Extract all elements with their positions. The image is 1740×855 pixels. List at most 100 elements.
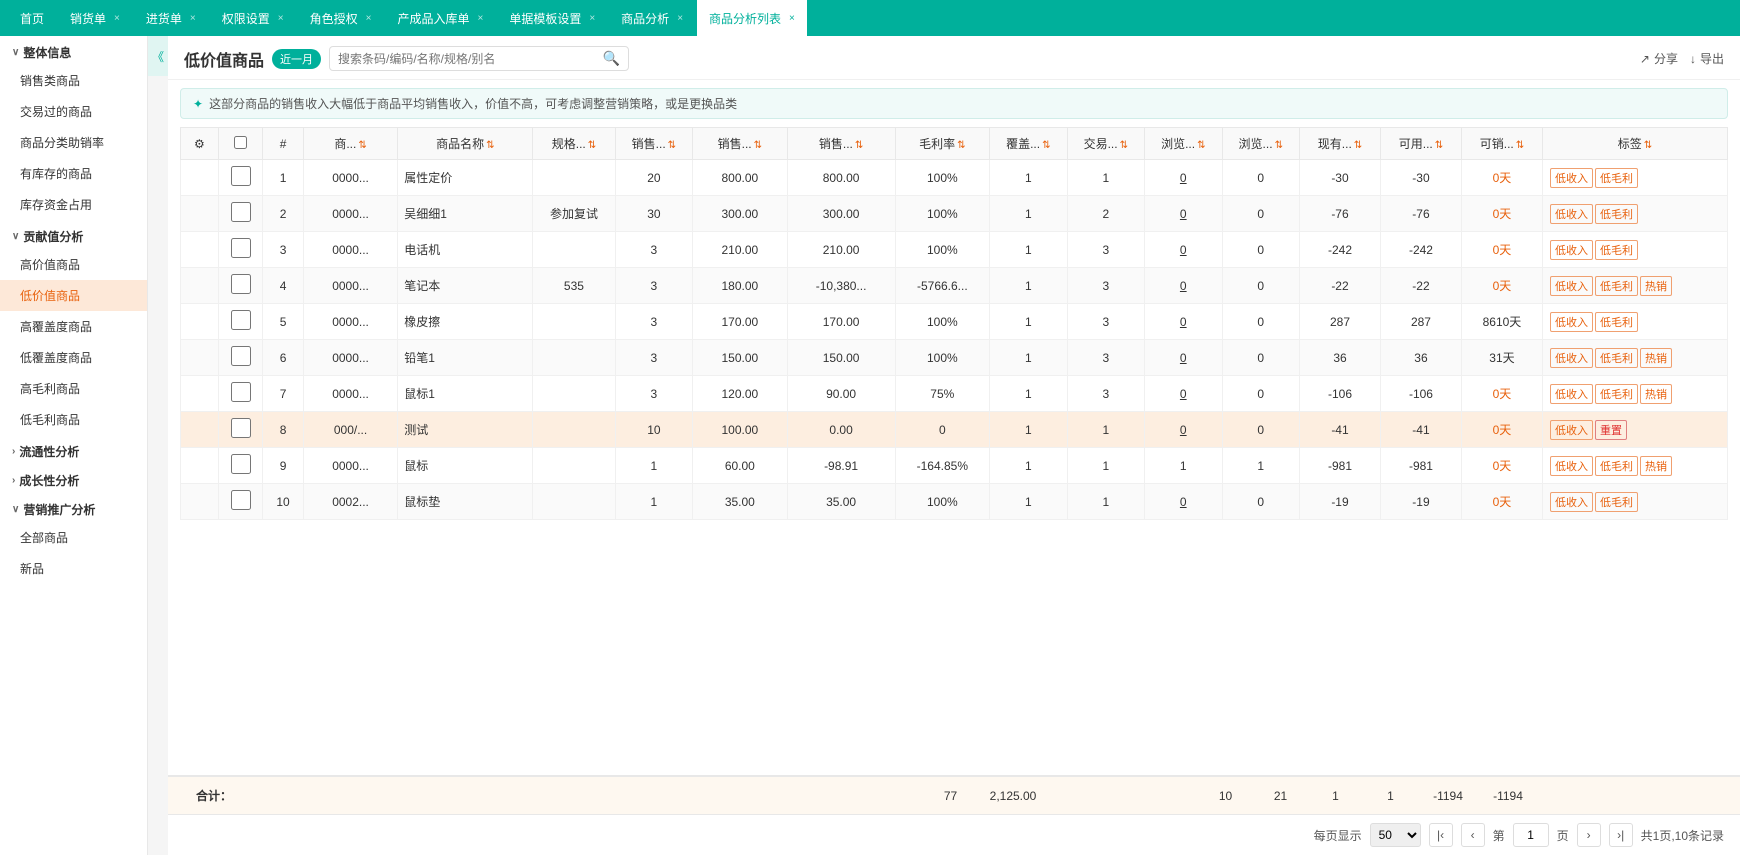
last-page-button[interactable]: ›| [1609, 823, 1633, 847]
row-qty: 3 [615, 268, 692, 304]
nav-product-inbound[interactable]: 产成品入库单 × [385, 0, 495, 36]
row-days: 31天 [1461, 340, 1542, 376]
row-checkbox-cell [218, 448, 263, 484]
row-checkbox[interactable] [231, 202, 251, 222]
nav-sales-order[interactable]: 销货单 × [58, 0, 132, 36]
period-badge[interactable]: 近一月 [272, 49, 321, 69]
close-icon[interactable]: × [677, 13, 683, 24]
prev-page-button[interactable]: ‹ [1461, 823, 1485, 847]
row-code: 0000... [303, 340, 397, 376]
nav-role-auth[interactable]: 角色授权 × [298, 0, 384, 36]
th-view1[interactable]: 浏览...⇅ [1145, 128, 1222, 160]
footer-stock: -1194 [1418, 785, 1478, 807]
th-gross[interactable]: 毛利率⇅ [895, 128, 989, 160]
per-page-select[interactable]: 50 100 200 [1370, 823, 1421, 847]
th-tags[interactable]: 标签⇅ [1542, 128, 1727, 160]
th-sales2[interactable]: 销售...⇅ [787, 128, 895, 160]
select-all-checkbox[interactable] [234, 136, 247, 149]
nav-purchase-order[interactable]: 进货单 × [134, 0, 208, 36]
row-view2: 0 [1222, 232, 1299, 268]
th-name[interactable]: 商品名称⇅ [398, 128, 533, 160]
sidebar-item-stock-capital[interactable]: 库存资金占用 [0, 189, 147, 220]
close-icon[interactable]: × [477, 13, 483, 24]
sidebar-group-growth[interactable]: › 成长性分析 [0, 464, 147, 493]
row-spec: 535 [533, 268, 615, 304]
view-link[interactable]: 0 [1180, 315, 1187, 329]
sidebar-group-marketing[interactable]: ∨ 营销推广分析 [0, 493, 147, 522]
th-checkbox[interactable] [218, 128, 263, 160]
close-icon[interactable]: × [589, 13, 595, 24]
close-icon[interactable]: × [114, 13, 120, 24]
row-checkbox[interactable] [231, 346, 251, 366]
sidebar-group-overall[interactable]: ∨ 整体信息 [0, 36, 147, 65]
close-icon[interactable]: × [278, 13, 284, 24]
row-view2: 0 [1222, 304, 1299, 340]
row-checkbox[interactable] [231, 238, 251, 258]
th-spec[interactable]: 规格...⇅ [533, 128, 615, 160]
sidebar-item-traded-products[interactable]: 交易过的商品 [0, 96, 147, 127]
view-link[interactable]: 0 [1180, 495, 1187, 509]
close-icon[interactable]: × [366, 13, 372, 24]
sidebar-item-low-coverage[interactable]: 低覆盖度商品 [0, 342, 147, 373]
row-checkbox[interactable] [231, 418, 251, 438]
view-link[interactable]: 0 [1180, 351, 1187, 365]
row-sales1: 170.00 [693, 304, 787, 340]
row-name: 橡皮擦 [398, 304, 533, 340]
row-days: 8610天 [1461, 304, 1542, 340]
sidebar-item-new-products[interactable]: 新品 [0, 553, 147, 584]
sidebar-item-stock-products[interactable]: 有库存的商品 [0, 158, 147, 189]
sidebar-item-low-value[interactable]: 低价值商品 [0, 280, 147, 311]
row-avail: -76 [1380, 196, 1461, 232]
view-link[interactable]: 0 [1180, 423, 1187, 437]
search-input[interactable] [338, 52, 599, 66]
first-page-button[interactable]: |‹ [1429, 823, 1453, 847]
nav-product-analysis[interactable]: 商品分析 × [609, 0, 695, 36]
close-icon[interactable]: × [789, 13, 795, 24]
th-qty[interactable]: 销售...⇅ [615, 128, 692, 160]
th-avail[interactable]: 可用...⇅ [1380, 128, 1461, 160]
row-checkbox[interactable] [231, 166, 251, 186]
th-sales1[interactable]: 销售...⇅ [693, 128, 787, 160]
row-spec [533, 484, 615, 520]
search-icon[interactable]: 🔍 [603, 50, 620, 67]
sidebar-item-sales-products[interactable]: 销售类商品 [0, 65, 147, 96]
sidebar-item-low-margin[interactable]: 低毛利商品 [0, 404, 147, 435]
th-days[interactable]: 可销...⇅ [1461, 128, 1542, 160]
row-checkbox[interactable] [231, 274, 251, 294]
th-settings[interactable]: ⚙ [181, 128, 219, 160]
sidebar-item-category-rate[interactable]: 商品分类助销率 [0, 127, 147, 158]
view-link[interactable]: 0 [1180, 387, 1187, 401]
export-button[interactable]: ↓ 导出 [1690, 50, 1724, 67]
share-button[interactable]: ↗ 分享 [1640, 50, 1678, 67]
sidebar-item-high-margin[interactable]: 高毛利商品 [0, 373, 147, 404]
row-checkbox[interactable] [231, 454, 251, 474]
view-link[interactable]: 0 [1180, 171, 1187, 185]
next-page-button[interactable]: › [1577, 823, 1601, 847]
th-trade[interactable]: 交易...⇅ [1067, 128, 1144, 160]
nav-permission-settings[interactable]: 权限设置 × [210, 0, 296, 36]
th-cover[interactable]: 覆盖...⇅ [990, 128, 1067, 160]
sidebar-item-all-products[interactable]: 全部商品 [0, 522, 147, 553]
view-link[interactable]: 0 [1180, 279, 1187, 293]
view-link[interactable]: 0 [1180, 243, 1187, 257]
footer-total-label: 合计： [180, 783, 248, 808]
nav-template-settings[interactable]: 单据模板设置 × [497, 0, 607, 36]
row-sales1: 60.00 [693, 448, 787, 484]
sidebar-item-high-value[interactable]: 高价值商品 [0, 249, 147, 280]
sidebar-item-high-coverage[interactable]: 高覆盖度商品 [0, 311, 147, 342]
nav-product-analysis-list[interactable]: 商品分析列表 × [697, 0, 807, 36]
sidebar-group-contribution[interactable]: ∨ 贡献值分析 [0, 220, 147, 249]
nav-home[interactable]: 首页 [8, 0, 56, 36]
th-view2[interactable]: 浏览...⇅ [1222, 128, 1299, 160]
view-link[interactable]: 0 [1180, 207, 1187, 221]
th-stock[interactable]: 现有...⇅ [1300, 128, 1381, 160]
row-checkbox[interactable] [231, 490, 251, 510]
sidebar-group-circulation[interactable]: › 流通性分析 [0, 435, 147, 464]
sidebar-collapse-button[interactable]: 《 [148, 36, 168, 76]
th-code[interactable]: 商...⇅ [303, 128, 397, 160]
row-checkbox[interactable] [231, 310, 251, 330]
row-checkbox[interactable] [231, 382, 251, 402]
row-view2: 0 [1222, 412, 1299, 448]
close-icon[interactable]: × [190, 13, 196, 24]
page-number-input[interactable] [1513, 823, 1549, 847]
